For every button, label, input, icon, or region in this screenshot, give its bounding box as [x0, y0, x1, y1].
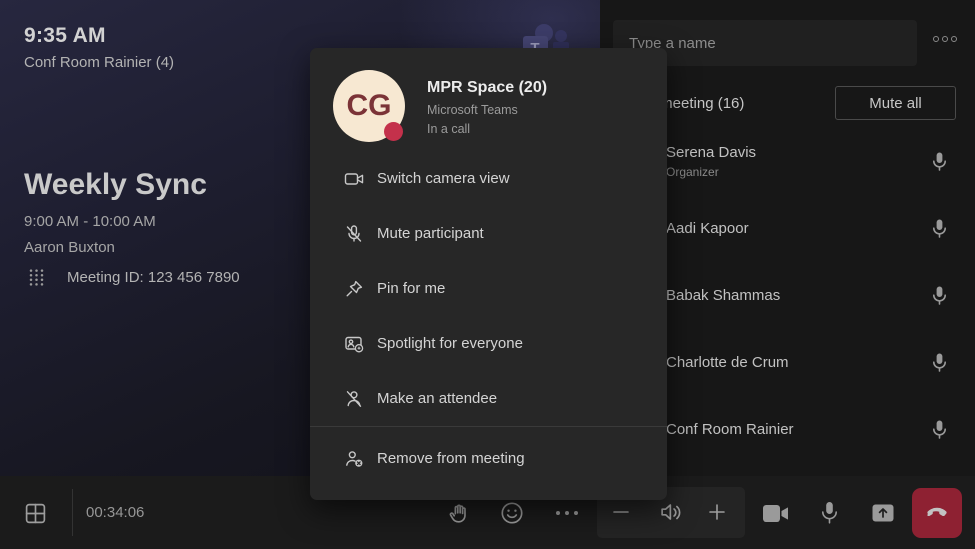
mic-on-icon[interactable]	[929, 218, 949, 240]
menu-divider	[310, 426, 667, 427]
meeting-time-range: 9:00 AM - 10:00 AM	[24, 213, 156, 230]
presence-busy-indicator	[384, 122, 403, 141]
participant-name: Charlotte de Crum	[666, 354, 789, 371]
mic-on-icon[interactable]	[929, 285, 949, 307]
reactions-button[interactable]	[499, 500, 525, 526]
participant-role: Organizer	[666, 165, 719, 179]
share-button[interactable]	[870, 501, 896, 525]
hang-up-button[interactable]	[912, 488, 962, 538]
mute-all-button[interactable]: Mute all	[835, 86, 956, 120]
participant-context-menu: CG MPR Space (20) Microsoft Teams In a c…	[310, 48, 667, 500]
participant-name: Babak Shammas	[666, 287, 781, 304]
person-demote-icon	[344, 389, 364, 409]
menu-item-label: Pin for me	[377, 280, 446, 297]
context-menu-header: CG MPR Space (20) Microsoft Teams In a c…	[310, 48, 667, 151]
hang-up-icon	[927, 507, 947, 517]
clock-block: 9:35 AM Conf Room Rainier (4)	[24, 24, 174, 71]
camera-button[interactable]	[760, 501, 790, 525]
participant-context-name: MPR Space (20)	[427, 79, 548, 96]
participant-name: Aadi Kapoor	[666, 220, 749, 237]
volume-up-button[interactable]	[705, 500, 729, 524]
ellipsis-icon	[556, 511, 578, 515]
mic-on-icon[interactable]	[929, 352, 949, 374]
grid-icon	[25, 503, 45, 523]
minus-icon	[613, 511, 629, 513]
meeting-id-row: Meeting ID: 123 456 7890	[28, 268, 240, 286]
mic-on-icon[interactable]	[929, 419, 949, 441]
roster-more-options-icon[interactable]	[933, 36, 957, 42]
more-options-button[interactable]	[553, 505, 581, 521]
call-timer: 00:34:06	[86, 504, 145, 521]
room-name: Conf Room Rainier (4)	[24, 54, 175, 71]
meeting-id-label: Meeting ID: 123 456 7890	[67, 268, 240, 286]
emoji-icon	[501, 502, 523, 524]
teams-room-console: 9:35 AM Conf Room Rainier (4) T Weekly S…	[0, 0, 975, 549]
mic-on-icon[interactable]	[929, 151, 949, 173]
camera-icon	[762, 504, 788, 522]
menu-item-pin-for-me[interactable]: Pin for me	[310, 261, 667, 316]
person-remove-icon	[344, 449, 364, 469]
meeting-organizer: Aaron Buxton	[24, 239, 115, 256]
menu-item-label: Switch camera view	[377, 170, 510, 187]
pin-icon	[344, 279, 364, 299]
microphone-button[interactable]	[817, 499, 841, 527]
mic-off-icon	[344, 224, 364, 244]
volume-down-button[interactable]	[609, 500, 633, 524]
gallery-layout-button[interactable]	[22, 500, 48, 526]
menu-item-label: Mute participant	[377, 225, 484, 242]
clock-time: 9:35 AM	[24, 24, 106, 47]
menu-item-make-an-attendee[interactable]: Make an attendee	[310, 371, 667, 426]
participant-name: Conf Room Rainier	[666, 421, 794, 438]
mic-icon	[821, 502, 837, 524]
speaker-icon	[660, 503, 680, 520]
menu-item-spotlight-for-everyone[interactable]: Spotlight for everyone	[310, 316, 667, 371]
menu-item-remove-from-meeting[interactable]: Remove from meeting	[310, 431, 667, 486]
bar-divider	[72, 489, 73, 536]
meeting-info: Weekly Sync 9:00 AM - 10:00 AM Aaron Bux…	[24, 168, 207, 256]
participant-context-status: In a call	[427, 122, 471, 136]
menu-item-label: Remove from meeting	[377, 450, 525, 467]
participant-name: Serena Davis	[666, 144, 757, 161]
menu-item-label: Spotlight for everyone	[377, 335, 523, 352]
participant-context-subtitle: Microsoft Teams	[427, 103, 518, 117]
menu-item-mute-participant[interactable]: Mute participant	[310, 206, 667, 261]
menu-item-label: Make an attendee	[377, 390, 498, 407]
share-screen-icon	[872, 504, 894, 522]
spotlight-icon	[344, 334, 364, 354]
meeting-title: Weekly Sync	[24, 168, 207, 201]
menu-item-switch-camera-view[interactable]: Switch camera view	[310, 151, 667, 206]
dialpad-icon	[28, 268, 45, 286]
raise-hand-button[interactable]	[444, 501, 472, 527]
speaker-button[interactable]	[656, 498, 686, 526]
raise-hand-icon	[449, 504, 466, 523]
camera-switch-icon	[344, 169, 364, 189]
plus-icon	[709, 504, 725, 520]
